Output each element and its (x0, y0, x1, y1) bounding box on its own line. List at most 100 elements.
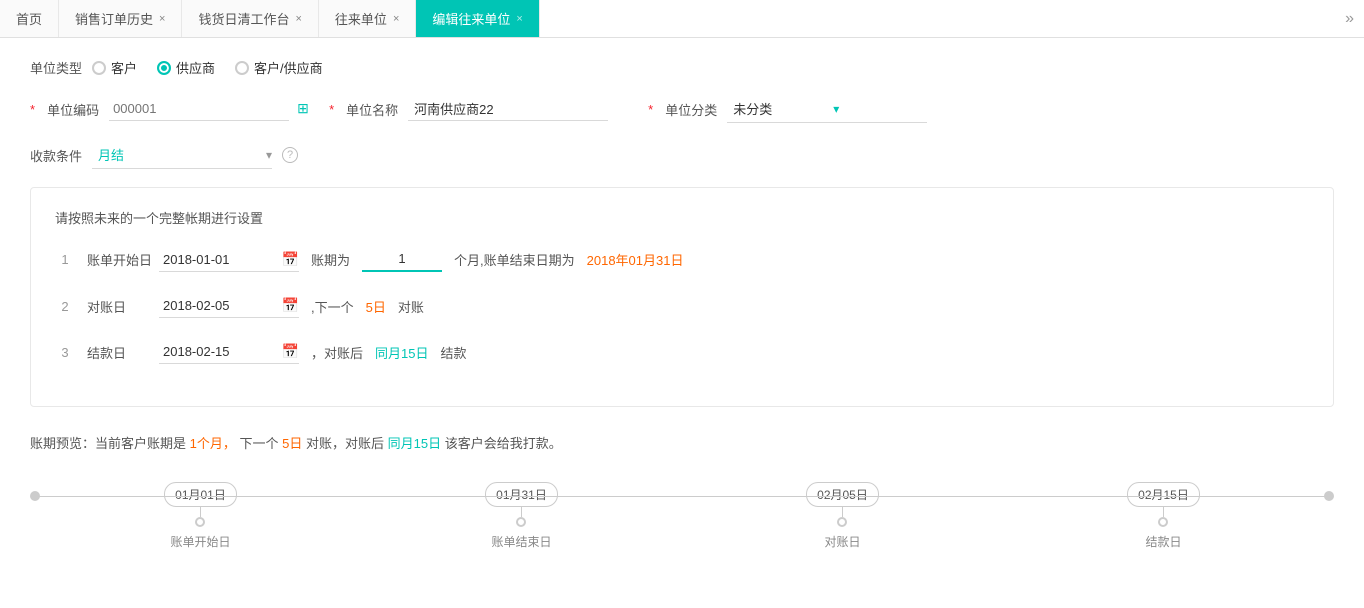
payment-condition-label: 收款条件 (30, 146, 82, 165)
calendar-icon-2[interactable]: 📅 (282, 297, 299, 314)
period-row3-highlight: 同月15日 (375, 343, 428, 362)
tab-close-edit-partner[interactable]: × (516, 13, 522, 25)
unit-category-chevron-icon: ▾ (829, 102, 927, 116)
unit-category-required: * (648, 102, 653, 117)
period-row2-suffix: 对账 (398, 297, 424, 316)
preview-part2-prefix: 下一个 (240, 436, 279, 451)
radio-supplier[interactable]: 供应商 (157, 58, 215, 77)
milestone-dot-4 (1158, 517, 1168, 527)
period-label-2: 对账日 (87, 297, 147, 316)
period-settings-box: 请按照未来的一个完整帐期进行设置 1 账单开始日 📅 账期为 个月,账单结束日期… (30, 187, 1334, 407)
unit-name-label: 单位名称 (346, 100, 398, 119)
period-end-date-highlight: 2018年01月31日 (587, 250, 684, 269)
period-row3-suffix: 结款 (440, 343, 466, 362)
period-date-field-1[interactable]: 📅 (159, 248, 299, 272)
radio-customer[interactable]: 客户 (92, 58, 137, 77)
radio-circle-supplier (157, 61, 171, 75)
tab-partner[interactable]: 往来单位 × (319, 0, 416, 37)
period-row-1: 1 账单开始日 📅 账期为 个月,账单结束日期为 2018年01月31日 (55, 247, 1309, 272)
unit-details-row: * 单位编码 ⊞ * 单位名称 * 单位分类 未分类 ▾ (30, 95, 1334, 123)
preview-prefix: 账期预览：当前客户账期是 (30, 436, 186, 451)
preview-part3-suffix: 该客户会给我打款。 (445, 436, 562, 451)
unit-type-row: 单位类型 客户 供应商 客户/供应商 (30, 58, 1334, 77)
milestone-bubble-3: 02月05日 (806, 482, 879, 507)
period-date-input-2[interactable] (159, 294, 282, 317)
period-date-field-2[interactable]: 📅 (159, 294, 299, 318)
milestone-connector-2 (521, 507, 522, 517)
calendar-icon-1[interactable]: 📅 (282, 251, 299, 268)
timeline-dot-end (1324, 491, 1334, 501)
unit-type-radio-group: 客户 供应商 客户/供应商 (92, 58, 323, 77)
unit-category-select[interactable]: 未分类 ▾ (727, 95, 927, 123)
unit-code-label: 单位编码 (47, 100, 99, 119)
milestone-bubble-2: 01月31日 (485, 482, 558, 507)
milestone-1: 01月01日 账单开始日 (164, 482, 237, 550)
milestone-connector-3 (842, 507, 843, 517)
period-date-field-3[interactable]: 📅 (159, 340, 299, 364)
period-num-3: 3 (55, 345, 75, 360)
unit-code-copy-icon[interactable]: ⊞ (293, 100, 313, 117)
milestone-4: 02月15日 结款日 (1127, 482, 1200, 550)
preview-text: 账期预览：当前客户账期是 1个月， 下一个 5日 对账，对账后 同月15日 该客… (30, 433, 1334, 452)
tab-bar: 首页 销售订单历史 × 钱货日清工作台 × 往来单位 × 编辑往来单位 × » (0, 0, 1364, 38)
period-row3-prefix: ，对账后 (311, 343, 363, 362)
timeline-line (35, 496, 1329, 497)
radio-label-supplier: 供应商 (176, 58, 215, 77)
timeline-end-dot (1324, 482, 1334, 501)
main-content: 单位类型 客户 供应商 客户/供应商 * 单位编码 ⊞ * 单位名称 * (0, 38, 1364, 608)
preview-section: 账期预览：当前客户账期是 1个月， 下一个 5日 对账，对账后 同月15日 该客… (30, 417, 1334, 550)
payment-condition-chevron-icon: ▾ (266, 148, 272, 162)
radio-circle-customer (92, 61, 106, 75)
period-num-2: 2 (55, 299, 75, 314)
period-title: 请按照未来的一个完整帐期进行设置 (55, 208, 1309, 227)
tab-sales-history[interactable]: 销售订单历史 × (59, 0, 182, 37)
preview-part2-highlight: 5日 (282, 436, 302, 451)
unit-code-input[interactable] (109, 97, 293, 120)
milestone-3: 02月05日 对账日 (806, 482, 879, 550)
tab-expand-button[interactable]: » (1335, 0, 1364, 37)
tab-home[interactable]: 首页 (0, 0, 59, 37)
milestone-bubble-4: 02月15日 (1127, 482, 1200, 507)
preview-part1: 1个月， (190, 436, 236, 451)
preview-part2-suffix: 对账，对账后 (306, 436, 384, 451)
timeline: 01月01日 账单开始日 01月31日 账单结束日 02月05日 (30, 472, 1334, 550)
unit-name-input[interactable] (408, 97, 608, 121)
payment-condition-select[interactable]: 月结 ▾ (92, 141, 272, 169)
milestone-connector-1 (200, 507, 201, 517)
milestone-label-3: 对账日 (824, 533, 860, 550)
period-row-2: 2 对账日 📅 ,下一个 5日 对账 (55, 294, 1309, 318)
radio-label-both: 客户/供应商 (254, 58, 323, 77)
milestone-label-4: 结款日 (1145, 533, 1181, 550)
radio-circle-both (235, 61, 249, 75)
calendar-icon-3[interactable]: 📅 (282, 343, 299, 360)
unit-code-field[interactable]: ⊞ (109, 97, 289, 121)
radio-both[interactable]: 客户/供应商 (235, 58, 323, 77)
unit-category-value: 未分类 (727, 95, 829, 122)
unit-category-label: 单位分类 (665, 100, 717, 119)
period-suffix-before-1: 账期为 (311, 250, 350, 269)
help-icon[interactable]: ? (282, 147, 298, 163)
milestone-label-1: 账单开始日 (170, 533, 230, 550)
milestone-bubble-1: 01月01日 (164, 482, 237, 507)
tab-edit-partner[interactable]: 编辑往来单位 × (416, 0, 539, 37)
timeline-milestones: 01月01日 账单开始日 01月31日 账单结束日 02月05日 (40, 482, 1324, 550)
tab-close-partner[interactable]: × (393, 13, 399, 25)
tab-close-sales-history[interactable]: × (159, 13, 165, 25)
unit-code-required: * (30, 102, 35, 117)
unit-name-required: * (329, 102, 334, 117)
milestone-dot-3 (837, 517, 847, 527)
timeline-start-dot (30, 482, 40, 501)
period-row2-highlight: 5日 (366, 297, 386, 316)
period-label-3: 结款日 (87, 343, 147, 362)
milestone-2: 01月31日 账单结束日 (485, 482, 558, 550)
milestone-dot-1 (195, 517, 205, 527)
tab-close-cash-work[interactable]: × (295, 13, 301, 25)
timeline-dot-start (30, 491, 40, 501)
tab-cash-work[interactable]: 钱货日清工作台 × (182, 0, 318, 37)
period-date-input-1[interactable] (159, 248, 282, 271)
period-date-input-3[interactable] (159, 340, 282, 363)
period-suffix-after-1: 个月,账单结束日期为 (454, 250, 575, 269)
period-months-input[interactable] (362, 247, 442, 272)
preview-part3-highlight: 同月15日 (388, 436, 441, 451)
radio-label-customer: 客户 (111, 58, 137, 77)
